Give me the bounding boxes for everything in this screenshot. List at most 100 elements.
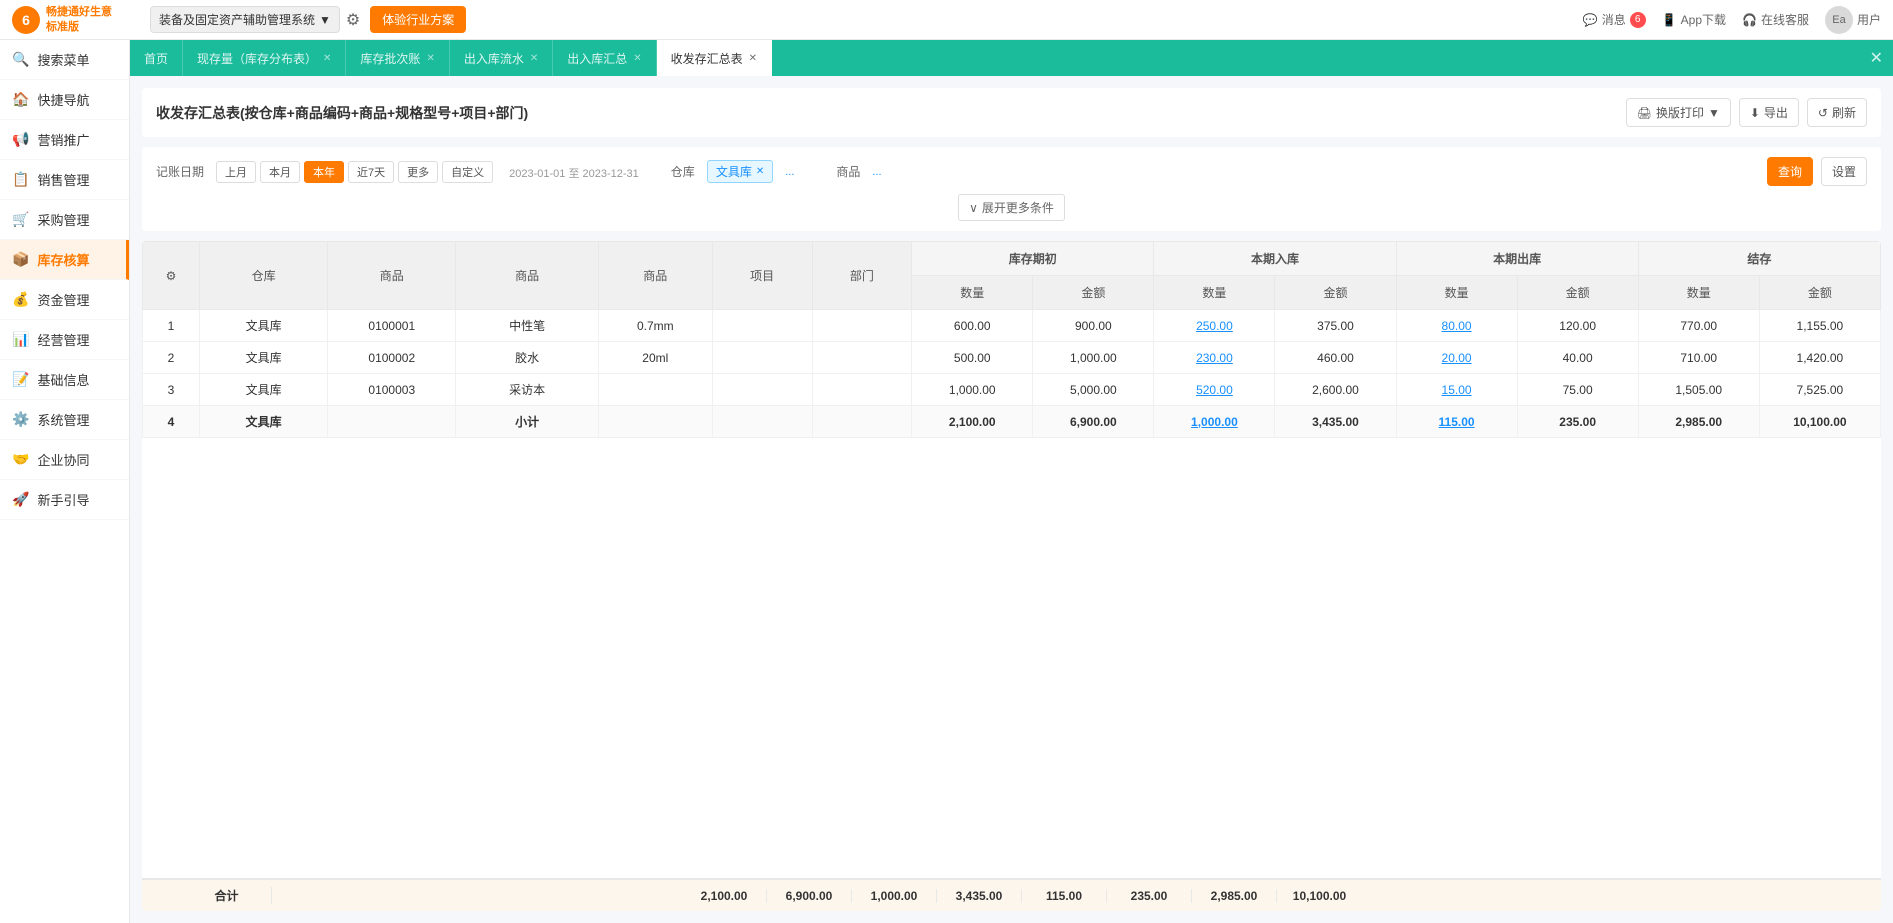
cell-out-qty[interactable]: 20.00	[1396, 342, 1517, 374]
refresh-icon: ↺	[1818, 106, 1828, 120]
table-row: 1 文具库 0100001 中性笔 0.7mm 600.00 900.00 25…	[143, 310, 1881, 342]
cell-in-qty[interactable]: 230.00	[1154, 342, 1275, 374]
sidebar-item-basic[interactable]: 📝 基础信息	[0, 360, 129, 400]
sidebar-item-collab[interactable]: 🤝 企业协同	[0, 440, 129, 480]
col-open-amt: 金额	[1033, 276, 1154, 310]
settings-button[interactable]: 设置	[1821, 157, 1867, 186]
sidebar-item-inventory[interactable]: 📦 库存核算	[0, 240, 129, 280]
date-btn-more[interactable]: 更多	[398, 161, 438, 183]
cell-open-amt: 6,900.00	[1033, 406, 1154, 438]
date-range-display: 2023-01-01 至 2023-12-31	[509, 165, 639, 181]
cell-close-qty: 770.00	[1638, 310, 1759, 342]
date-btn-this-month[interactable]: 本月	[260, 161, 300, 183]
cell-close-qty: 710.00	[1638, 342, 1759, 374]
date-btn-last-month[interactable]: 上月	[216, 161, 256, 183]
trial-button[interactable]: 体验行业方案	[370, 6, 466, 33]
cell-in-qty[interactable]: 520.00	[1154, 374, 1275, 406]
cell-in-amt: 375.00	[1275, 310, 1396, 342]
tab-close-batch[interactable]: ✕	[426, 53, 434, 64]
col-name: 商品	[456, 242, 598, 310]
logo-text: 畅捷通好生意 标准版	[46, 5, 112, 34]
tab-close-inout-flow[interactable]: ✕	[530, 53, 538, 64]
tab-close-inout-summary[interactable]: ✕	[633, 53, 641, 64]
cell-out-qty[interactable]: 80.00	[1396, 310, 1517, 342]
cell-dept	[812, 406, 912, 438]
gear-icon[interactable]: ⚙	[346, 10, 360, 30]
cell-no: 4	[143, 406, 200, 438]
tab-home[interactable]: 首页	[130, 40, 183, 76]
cell-dept	[812, 374, 912, 406]
table-row: 2 文具库 0100002 胶水 20ml 500.00 1,000.00 23…	[143, 342, 1881, 374]
cell-out-qty[interactable]: 15.00	[1396, 374, 1517, 406]
cell-project	[712, 310, 812, 342]
cell-in-qty[interactable]: 1,000.00	[1154, 406, 1275, 438]
sidebar-item-purchase[interactable]: 🛒 采购管理	[0, 200, 129, 240]
table-scroll[interactable]: ⚙ 仓库 商品 商品 商品 项目 部门 库存期初 本期入库 本期出库	[142, 241, 1881, 878]
query-button[interactable]: 查询	[1767, 157, 1813, 186]
date-btn-this-year[interactable]: 本年	[304, 161, 344, 183]
footer-in-amt: 3,435.00	[937, 889, 1022, 903]
chevron-down-icon: ▼	[319, 13, 331, 27]
tab-close-stock-dist[interactable]: ✕	[323, 53, 331, 64]
col-group-in: 本期入库	[1154, 242, 1396, 276]
app-download-item[interactable]: 📱 App下载	[1662, 11, 1726, 28]
logo-area: 6 畅捷通好生意 标准版	[12, 5, 142, 34]
tab-stock-dist[interactable]: 现存量（库存分布表） ✕	[183, 40, 346, 76]
cell-open-amt: 5,000.00	[1033, 374, 1154, 406]
sidebar-item-marketing[interactable]: 📢 营销推广	[0, 120, 129, 160]
message-item[interactable]: 💬 消息 6	[1583, 11, 1646, 28]
close-all-icon[interactable]: ✕	[1870, 50, 1883, 67]
cell-in-amt: 460.00	[1275, 342, 1396, 374]
col-in-qty: 数量	[1154, 276, 1275, 310]
megaphone-icon: 📢	[12, 131, 29, 148]
print-button[interactable]: 🖨 换版打印 ▼	[1626, 98, 1731, 127]
table-body: 1 文具库 0100001 中性笔 0.7mm 600.00 900.00 25…	[143, 310, 1881, 438]
date-btn-custom[interactable]: 自定义	[442, 161, 493, 183]
home-icon: 🏠	[12, 91, 29, 108]
warehouse-tag-close[interactable]: ✕	[756, 166, 764, 177]
col-open-qty: 数量	[912, 276, 1033, 310]
page-header: 收发存汇总表(按仓库+商品编码+商品+规格型号+项目+部门) 🖨 换版打印 ▼ …	[142, 88, 1881, 137]
sidebar-item-search[interactable]: 🔍 搜索菜单	[0, 40, 129, 80]
sidebar-item-system[interactable]: ⚙️ 系统管理	[0, 400, 129, 440]
user-item[interactable]: Ea 用户	[1825, 6, 1881, 34]
tab-close-recv-send[interactable]: ✕	[749, 53, 757, 64]
date-btn-7days[interactable]: 近7天	[348, 161, 394, 183]
cell-project	[712, 342, 812, 374]
cell-name: 中性笔	[456, 310, 598, 342]
table-row: 4 文具库 小计 2,100.00 6,900.00 1,000.00 3,43…	[143, 406, 1881, 438]
data-table-wrapper: ⚙ 仓库 商品 商品 商品 项目 部门 库存期初 本期入库 本期出库	[142, 241, 1881, 911]
tab-inout-flow[interactable]: 出入库流水 ✕	[450, 40, 553, 76]
table-footer: 合计 2,100.00 6,900.00 1,000.00 3,435.00 1…	[142, 878, 1881, 911]
cell-out-qty[interactable]: 115.00	[1396, 406, 1517, 438]
cell-code	[328, 406, 456, 438]
col-close-qty: 数量	[1638, 276, 1759, 310]
cell-spec	[598, 406, 712, 438]
sidebar-item-finance[interactable]: 💰 资金管理	[0, 280, 129, 320]
tab-batch[interactable]: 库存批次账 ✕	[346, 40, 449, 76]
online-service-item[interactable]: 🎧 在线客服	[1742, 11, 1809, 28]
tab-inout-summary[interactable]: 出入库汇总 ✕	[553, 40, 656, 76]
expand-button[interactable]: ∨ 展开更多条件	[958, 194, 1065, 221]
refresh-button[interactable]: ↺ 刷新	[1807, 98, 1867, 127]
sidebar: 🔍 搜索菜单 🏠 快捷导航 📢 营销推广 📋 销售管理 🛒 采购管理 📦 库存核…	[0, 40, 130, 923]
system-selector[interactable]: 装备及固定资产辅助管理系统 ▼	[150, 6, 340, 33]
settings-icon[interactable]: ⚙	[166, 269, 177, 283]
sidebar-item-sales[interactable]: 📋 销售管理	[0, 160, 129, 200]
sidebar-item-operation[interactable]: 📊 经营管理	[0, 320, 129, 360]
goods-label: 商品	[836, 163, 860, 180]
export-button[interactable]: ⬇ 导出	[1739, 98, 1799, 127]
table-row: 3 文具库 0100003 采访本 1,000.00 5,000.00 520.…	[143, 374, 1881, 406]
gear-icon: ⚙️	[12, 411, 29, 428]
cell-in-qty[interactable]: 250.00	[1154, 310, 1275, 342]
warehouse-more[interactable]: ...	[785, 166, 794, 178]
cell-close-amt: 7,525.00	[1759, 374, 1880, 406]
cell-open-qty: 1,000.00	[912, 374, 1033, 406]
warehouse-label: 仓库	[671, 163, 695, 180]
cell-warehouse: 文具库	[199, 406, 327, 438]
goods-more[interactable]: ...	[872, 166, 881, 178]
cell-spec: 0.7mm	[598, 310, 712, 342]
sidebar-item-quick[interactable]: 🏠 快捷导航	[0, 80, 129, 120]
tab-recv-send[interactable]: 收发存汇总表 ✕	[657, 40, 772, 76]
sidebar-item-guide[interactable]: 🚀 新手引导	[0, 480, 129, 520]
